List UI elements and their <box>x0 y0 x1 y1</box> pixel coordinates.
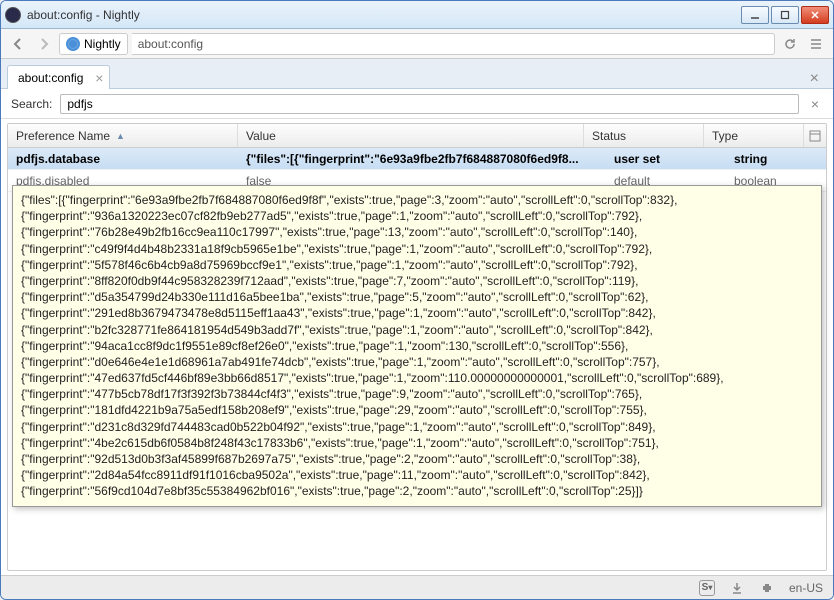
identity-box[interactable]: Nightly <box>59 33 128 55</box>
tab-close-icon[interactable]: × <box>95 71 103 85</box>
stylish-icon[interactable]: S▾ <box>699 580 715 596</box>
tab-strip: about:config × × <box>1 59 833 89</box>
col-status[interactable]: Status <box>584 124 704 147</box>
column-headers: Preference Name▲ Value Status Type <box>8 124 826 148</box>
titlebar: about:config - Nightly <box>1 1 833 29</box>
status-bar: S▾ en-US <box>1 575 833 599</box>
url-bar[interactable]: about:config <box>132 33 775 55</box>
back-button[interactable] <box>7 33 29 55</box>
search-row: Search: × <box>1 89 833 119</box>
column-picker-icon[interactable] <box>804 130 826 142</box>
identity-label: Nightly <box>84 37 121 51</box>
search-label: Search: <box>11 97 52 111</box>
sort-asc-icon: ▲ <box>116 131 125 141</box>
close-button[interactable] <box>801 6 829 24</box>
forward-button[interactable] <box>33 33 55 55</box>
pref-row[interactable]: pdfjs.database{"files":[{"fingerprint":"… <box>8 148 826 170</box>
navigation-toolbar: Nightly about:config <box>1 29 833 59</box>
minimize-button[interactable] <box>741 6 769 24</box>
col-type[interactable]: Type <box>704 124 804 147</box>
locale-label: en-US <box>789 581 823 595</box>
cell-pref: pdfjs.database <box>8 152 238 166</box>
window-controls <box>741 6 829 24</box>
reload-button[interactable] <box>779 33 801 55</box>
tab-about-config[interactable]: about:config × <box>7 65 110 89</box>
download-icon[interactable] <box>729 580 745 596</box>
search-input[interactable] <box>60 94 798 114</box>
clear-search-icon[interactable]: × <box>807 96 823 112</box>
addon-icon[interactable] <box>759 580 775 596</box>
url-text: about:config <box>138 37 203 51</box>
col-preference-name[interactable]: Preference Name▲ <box>8 124 238 147</box>
value-tooltip: {"files":[{"fingerprint":"6e93a9fbe2fb7f… <box>12 185 822 507</box>
firefox-nightly-icon <box>5 7 21 23</box>
globe-icon <box>66 37 80 51</box>
tab-label: about:config <box>18 71 83 85</box>
window-title: about:config - Nightly <box>27 8 741 22</box>
menu-button[interactable] <box>805 33 827 55</box>
cell-status: user set <box>606 152 726 166</box>
cell-type: string <box>726 152 826 166</box>
cell-value: {"files":[{"fingerprint":"6e93a9fbe2fb7f… <box>238 152 606 166</box>
col-value[interactable]: Value <box>238 124 584 147</box>
maximize-button[interactable] <box>771 6 799 24</box>
close-findbar-icon[interactable]: × <box>802 70 827 88</box>
